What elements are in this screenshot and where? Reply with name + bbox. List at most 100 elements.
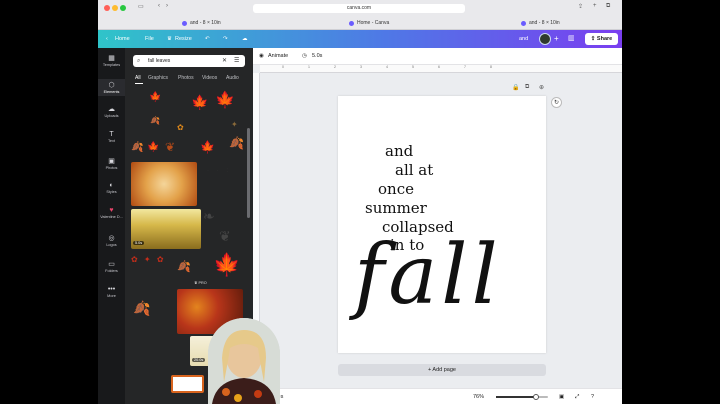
uploads-icon: ☁: [108, 106, 115, 113]
avatar[interactable]: [539, 33, 551, 45]
zoom-slider-knob[interactable]: [532, 394, 539, 400]
leaf-graphic[interactable]: 🍂: [150, 116, 160, 125]
leaf-graphic[interactable]: 🍁: [215, 90, 235, 110]
browser-chrome: ▭ ‹ › canva.com ⇪ + ⧉ and - 8 × 10in Hom…: [98, 0, 622, 30]
add-page-icon[interactable]: ⊕: [539, 84, 544, 91]
filter-icon[interactable]: ☰: [234, 55, 239, 67]
home-button[interactable]: Home: [115, 30, 130, 48]
leaf-graphic[interactable]: 🍁: [213, 252, 240, 278]
browser-tab-design-2[interactable]: and - 8 × 10in: [521, 18, 560, 29]
lock-icon[interactable]: 🔒: [512, 84, 519, 91]
minimize-window-button[interactable]: [112, 5, 118, 11]
leaf-graphic[interactable]: ✦: [231, 120, 238, 129]
leaf-outline-graphic[interactable]: ❦: [219, 228, 231, 245]
frame-graphic[interactable]: [171, 375, 204, 393]
timer-icon: ◷: [302, 53, 307, 59]
rail-item-logos[interactable]: ◎ Logos: [98, 234, 125, 247]
rail-item-elements[interactable]: ⬡ Elements: [98, 79, 125, 96]
tab-photos[interactable]: Photos: [178, 75, 194, 81]
address-bar[interactable]: canva.com: [253, 4, 465, 13]
leaf-graphic[interactable]: ❦: [165, 140, 175, 154]
text-icon: T: [109, 131, 114, 138]
leaf-graphic[interactable]: 🍁: [200, 140, 215, 154]
share-page-icon[interactable]: ⇪: [578, 3, 583, 10]
file-menu[interactable]: File: [145, 30, 154, 48]
photo-thumbnail[interactable]: [131, 162, 197, 206]
leaf-graphic[interactable]: 🍂: [229, 136, 244, 150]
redo-icon[interactable]: ↷: [223, 30, 228, 48]
ruler-number: 4: [386, 65, 388, 69]
duplicate-page-icon[interactable]: ⧉: [525, 84, 529, 91]
particles-graphic[interactable]: · · :: [207, 168, 231, 174]
more-icon: •••: [107, 286, 116, 293]
leaf-graphic[interactable]: 🍁: [149, 92, 161, 103]
rail-item-folders[interactable]: ▭ Folders: [98, 260, 125, 273]
leaf-outline-graphic[interactable]: ❧: [203, 208, 215, 225]
close-window-button[interactable]: [104, 5, 110, 11]
crown-icon: ♛: [167, 36, 172, 42]
leaf-graphic[interactable]: 🍂: [133, 300, 150, 317]
poem-line[interactable]: and: [385, 142, 413, 160]
ruler-number: 5: [412, 65, 414, 69]
refresh-icon[interactable]: ↻: [551, 97, 562, 108]
forward-icon[interactable]: ›: [166, 3, 168, 9]
add-page-button[interactable]: + Add page: [338, 364, 546, 376]
leaf-graphic[interactable]: 🍁: [147, 142, 159, 153]
maximize-window-button[interactable]: [120, 5, 126, 11]
home-chevron-icon[interactable]: ‹: [106, 30, 108, 48]
resize-button[interactable]: Resize: [175, 30, 192, 48]
new-tab-icon[interactable]: +: [593, 3, 597, 9]
design-page[interactable]: and all at once summer collapsed in to f…: [338, 96, 546, 353]
rail-item-valentine[interactable]: ♥ Valentine D...: [98, 207, 125, 219]
video-thumbnail[interactable]: 5.0s: [131, 209, 201, 249]
editor-header: ‹ Home File ♛ Resize ↶ ↷ ☁ and + ▥ ⇪ Sha…: [98, 30, 622, 48]
tab-all[interactable]: All: [135, 75, 141, 81]
browser-tab-home[interactable]: Home - Canva: [349, 18, 389, 29]
search-icon: ⌕: [137, 58, 141, 64]
rail-item-photos[interactable]: ▣ Photos: [98, 157, 125, 170]
zoom-slider[interactable]: [496, 394, 548, 400]
canva-favicon-icon: [349, 21, 354, 26]
elements-icon: ⬡: [108, 82, 115, 89]
duration-button[interactable]: 5.0s: [312, 48, 322, 65]
tab-graphics[interactable]: Graphics: [148, 75, 168, 81]
design-title[interactable]: and: [519, 30, 528, 48]
search-input[interactable]: ⌕ fall leaves ✕ ☰: [133, 55, 245, 67]
share-button[interactable]: ⇪ Share: [585, 33, 618, 45]
tab-overview-icon[interactable]: ⧉: [606, 3, 610, 10]
poem-line[interactable]: summer: [365, 199, 427, 217]
clear-search-icon[interactable]: ✕: [222, 55, 227, 67]
insights-icon[interactable]: ▥: [568, 30, 575, 48]
rail-item-text[interactable]: T Text: [98, 131, 125, 143]
browser-tab-design[interactable]: and - 8 × 10in: [182, 18, 221, 29]
panel-scrollbar[interactable]: [247, 128, 250, 218]
photos-icon: ▣: [108, 158, 115, 165]
rail-item-more[interactable]: ••• More: [98, 286, 125, 298]
tab-videos[interactable]: Videos: [202, 75, 217, 81]
page-count-icon[interactable]: ▣: [559, 389, 564, 404]
rail-item-templates[interactable]: ▦ Templates: [98, 54, 125, 67]
leaf-graphic[interactable]: 🍂: [177, 260, 191, 273]
active-tab-underline: [135, 83, 143, 84]
animate-button[interactable]: Animate: [268, 48, 288, 65]
leaf-graphic[interactable]: ✿: [177, 123, 184, 132]
undo-icon[interactable]: ↶: [205, 30, 210, 48]
add-collaborator-icon[interactable]: +: [554, 30, 559, 48]
video-duration-badge: 5.0s: [133, 241, 145, 245]
rail-label: Photos: [105, 166, 118, 170]
rail-item-styles[interactable]: ◐ Styles: [98, 182, 125, 194]
help-icon[interactable]: ?: [591, 389, 594, 404]
leaf-graphic[interactable]: 🍁: [191, 94, 208, 111]
zoom-value[interactable]: 76%: [473, 389, 484, 404]
back-icon[interactable]: ‹: [158, 3, 160, 9]
rail-label: Elements: [103, 90, 120, 94]
tab-audio[interactable]: Audio: [226, 75, 239, 81]
rail-item-uploads[interactable]: ☁ Uploads: [98, 105, 125, 118]
leaf-graphic[interactable]: 🍂: [131, 142, 143, 153]
poem-line[interactable]: all at: [395, 161, 433, 179]
script-word[interactable]: fall: [354, 228, 502, 323]
fullscreen-icon[interactable]: ⤢: [575, 389, 579, 404]
scattered-leaves-graphic[interactable]: ✿ ✦ ✿: [131, 255, 166, 264]
poem-line[interactable]: once: [378, 180, 414, 198]
sidebar-toggle-icon[interactable]: ▭: [138, 3, 144, 10]
